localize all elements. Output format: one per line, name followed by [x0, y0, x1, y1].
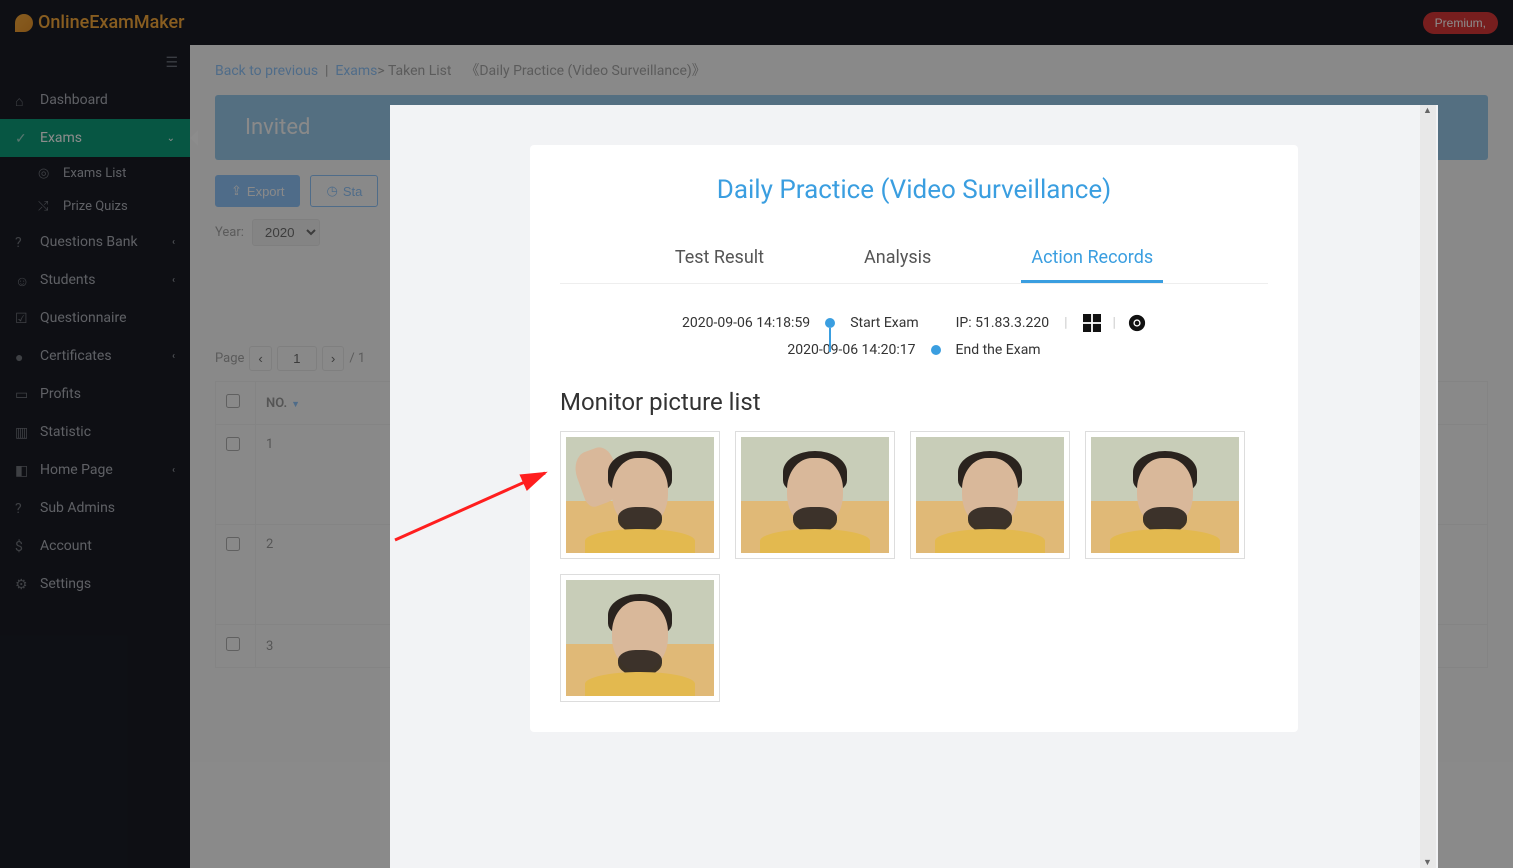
- timeline-end: 2020-09-06 14:20:17 End the Exam: [787, 342, 1040, 358]
- timeline: 2020-09-06 14:18:59 Start Exam IP: 51.83…: [560, 314, 1268, 358]
- monitor-thumb[interactable]: [735, 431, 895, 559]
- dot-icon: [931, 345, 941, 355]
- tab-analysis[interactable]: Analysis: [854, 235, 941, 283]
- start-label: Start Exam: [850, 315, 918, 331]
- tabs: Test Result Analysis Action Records: [560, 235, 1268, 284]
- modal-scrollbar[interactable]: [1420, 105, 1436, 868]
- end-label: End the Exam: [956, 342, 1041, 358]
- dot-icon: [825, 318, 835, 328]
- start-time: 2020-09-06 14:18:59: [682, 315, 810, 331]
- modal: Daily Practice (Video Surveillance) Test…: [390, 105, 1438, 868]
- monitor-section-title: Monitor picture list: [560, 388, 1268, 416]
- monitor-thumb[interactable]: [560, 574, 720, 702]
- ip-label: IP: 51.83.3.220: [956, 315, 1050, 331]
- tab-action-records[interactable]: Action Records: [1021, 235, 1163, 283]
- exam-title: Daily Practice (Video Surveillance): [560, 175, 1268, 205]
- windows-icon: [1083, 314, 1101, 332]
- timeline-start: 2020-09-06 14:18:59 Start Exam IP: 51.83…: [682, 314, 1146, 332]
- chrome-icon: [1128, 314, 1146, 332]
- end-time: 2020-09-06 14:20:17: [787, 342, 915, 358]
- modal-content: Daily Practice (Video Surveillance) Test…: [530, 145, 1298, 732]
- monitor-thumb[interactable]: [910, 431, 1070, 559]
- monitor-thumb[interactable]: [560, 431, 720, 559]
- monitor-thumb[interactable]: [1085, 431, 1245, 559]
- tab-test-result[interactable]: Test Result: [665, 235, 774, 283]
- monitor-thumbnails: [560, 431, 1268, 702]
